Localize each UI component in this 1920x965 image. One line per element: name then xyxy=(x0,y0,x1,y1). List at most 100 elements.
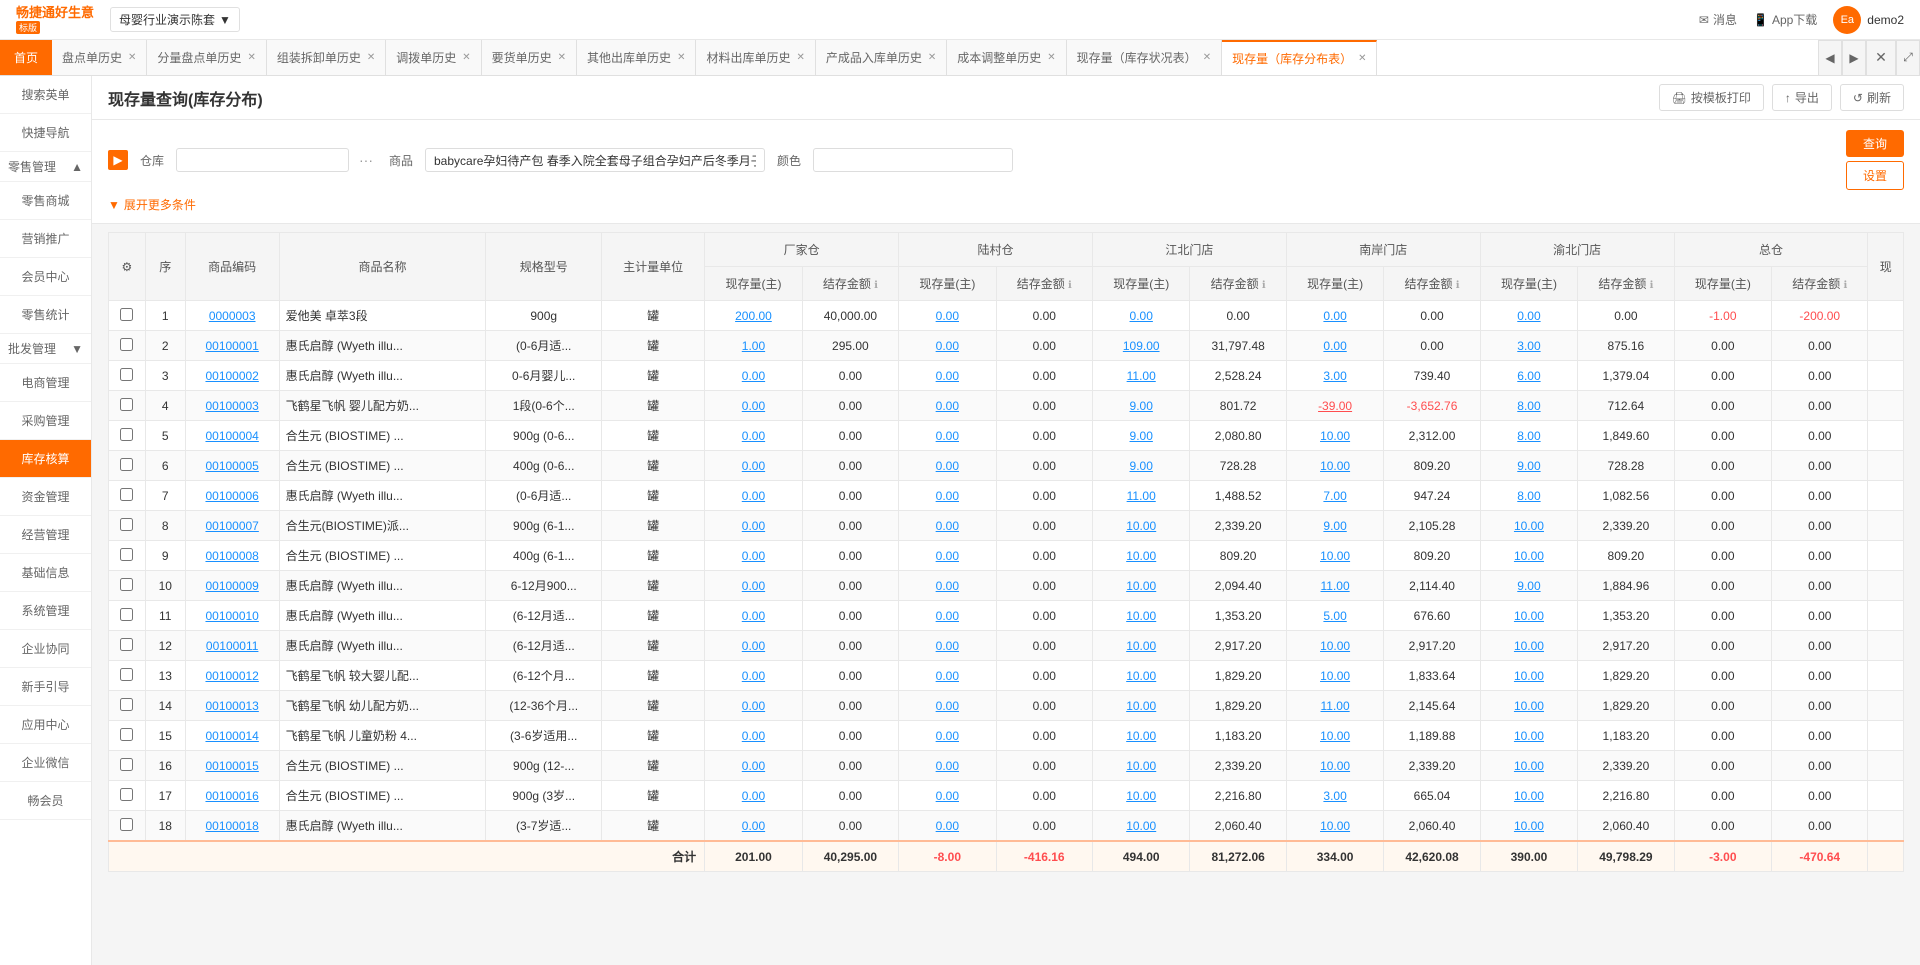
sidebar-item-nav[interactable]: 快捷导航 xyxy=(0,114,91,152)
color-input[interactable] xyxy=(813,148,1013,172)
tab-other-out[interactable]: 其他出库单历史 ✕ xyxy=(577,40,696,76)
sidebar-item-purchase[interactable]: 采购管理 xyxy=(0,402,91,440)
row-checkbox-cell[interactable] xyxy=(109,391,146,421)
row-checkbox-cell[interactable] xyxy=(109,811,146,842)
tab-demand[interactable]: 要货单历史 ✕ xyxy=(482,40,577,76)
col-gear[interactable]: ⚙ xyxy=(109,233,146,301)
table-row: 10 00100009 惠氏启醇 (Wyeth illu... 6-12月900… xyxy=(109,571,1904,601)
info-icon[interactable]: ℹ xyxy=(1262,280,1266,291)
tab-close-icon[interactable]: ✕ xyxy=(247,52,255,63)
sidebar-item-ecommerce[interactable]: 电商管理 xyxy=(0,364,91,402)
tab-expand-btn[interactable]: ⤢ xyxy=(1896,40,1920,76)
warehouse-ellipsis[interactable]: ··· xyxy=(355,152,377,168)
row-na-amount: 947.24 xyxy=(1384,481,1480,511)
sidebar-item-member[interactable]: 会员中心 xyxy=(0,258,91,296)
row-extra xyxy=(1868,691,1904,721)
row-f-stock: 0.00 xyxy=(705,481,803,511)
sidebar-item-corp-wechat[interactable]: 企业微信 xyxy=(0,744,91,782)
tab-close-icon[interactable]: ✕ xyxy=(796,52,804,63)
tab-subcount[interactable]: 分量盘点单历史 ✕ xyxy=(147,40,266,76)
tab-home[interactable]: 首页 xyxy=(0,40,52,76)
msg-btn[interactable]: ✉ 消息 xyxy=(1699,11,1737,28)
info-icon[interactable]: ℹ xyxy=(874,280,878,291)
print-button[interactable]: 🖨 按模板打印 xyxy=(1659,84,1764,111)
tab-cost-adjust[interactable]: 成本调整单历史 ✕ xyxy=(947,40,1066,76)
row-checkbox-cell[interactable] xyxy=(109,451,146,481)
row-checkbox-cell[interactable] xyxy=(109,481,146,511)
row-checkbox-cell[interactable] xyxy=(109,331,146,361)
industry-selector[interactable]: 母婴行业演示陈套 ▼ xyxy=(110,7,240,32)
sidebar-item-wholesale-mgmt[interactable]: 批发管理 ▼ xyxy=(0,334,91,364)
row-code: 00100016 xyxy=(185,781,279,811)
tab-next-btn[interactable]: ▶ xyxy=(1842,40,1866,76)
tab-close-icon[interactable]: ✕ xyxy=(928,52,936,63)
tab-close-icon[interactable]: ✕ xyxy=(462,52,470,63)
chevron-down-icon: ▼ xyxy=(108,198,120,212)
sidebar-item-system[interactable]: 系统管理 xyxy=(0,592,91,630)
refresh-button[interactable]: ↺ 刷新 xyxy=(1840,84,1904,111)
row-checkbox-cell[interactable] xyxy=(109,781,146,811)
row-checkbox-cell[interactable] xyxy=(109,661,146,691)
row-checkbox-cell[interactable] xyxy=(109,721,146,751)
info-icon[interactable]: ℹ xyxy=(1650,280,1654,291)
row-checkbox-cell[interactable] xyxy=(109,511,146,541)
tab-close-icon[interactable]: ✕ xyxy=(1047,52,1055,63)
sidebar-item-basic[interactable]: 基础信息 xyxy=(0,554,91,592)
expand-btn[interactable]: ▶ xyxy=(108,150,128,170)
tab-transfer[interactable]: 调拨单历史 ✕ xyxy=(386,40,481,76)
wh-jiangbei-header: 江北门店 xyxy=(1092,233,1286,267)
goods-input[interactable] xyxy=(425,148,765,172)
sidebar-item-retail-mall[interactable]: 零售商城 xyxy=(0,182,91,220)
row-checkbox-cell[interactable] xyxy=(109,301,146,331)
tab-close-icon[interactable]: ✕ xyxy=(1358,53,1366,64)
sidebar-item-retail-stats[interactable]: 零售统计 xyxy=(0,296,91,334)
query-button[interactable]: 查询 xyxy=(1846,130,1904,157)
tab-product-in[interactable]: 产成品入库单历史 ✕ xyxy=(816,40,947,76)
row-index: 16 xyxy=(145,751,185,781)
sidebar-item-finance[interactable]: 资金管理 xyxy=(0,478,91,516)
sidebar-item-app-center[interactable]: 应用中心 xyxy=(0,706,91,744)
row-t-stock: 0.00 xyxy=(1674,751,1772,781)
row-code: 00100014 xyxy=(185,721,279,751)
table-row: 5 00100004 合生元 (BIOSTIME) ... 900g (0-6.… xyxy=(109,421,1904,451)
tab-prev-btn[interactable]: ◀ xyxy=(1818,40,1842,76)
tab-material-out[interactable]: 材料出库单历史 ✕ xyxy=(696,40,815,76)
row-checkbox-cell[interactable] xyxy=(109,571,146,601)
sidebar-item-inventory[interactable]: 库存核算 xyxy=(0,440,91,478)
tab-group-disassembly[interactable]: 组装拆卸单历史 ✕ xyxy=(267,40,386,76)
tab-close-icon[interactable]: ✕ xyxy=(367,52,375,63)
tab-stock-status[interactable]: 现存量（库存状况表） ✕ xyxy=(1067,40,1222,76)
sidebar-item-retail-mgmt[interactable]: 零售管理 ▲ xyxy=(0,152,91,182)
tab-stock-dist[interactable]: 现存量（库存分布表） ✕ xyxy=(1222,40,1377,76)
tab-close-icon[interactable]: ✕ xyxy=(677,52,685,63)
tab-close-icon[interactable]: ✕ xyxy=(558,52,566,63)
sidebar-item-member2[interactable]: 畅会员 xyxy=(0,782,91,820)
row-checkbox-cell[interactable] xyxy=(109,601,146,631)
sidebar-item-search[interactable]: 搜索英单 xyxy=(0,76,91,114)
row-na-stock: 10.00 xyxy=(1286,661,1384,691)
export-button[interactable]: ↑ 导出 xyxy=(1772,84,1832,111)
settings-button[interactable]: 设置 xyxy=(1846,161,1904,190)
tab-close-icon[interactable]: ✕ xyxy=(1203,52,1211,63)
row-checkbox-cell[interactable] xyxy=(109,361,146,391)
row-checkbox-cell[interactable] xyxy=(109,691,146,721)
tab-close-icon[interactable]: ✕ xyxy=(128,52,136,63)
sidebar-item-enterprise[interactable]: 企业协同 xyxy=(0,630,91,668)
row-checkbox-cell[interactable] xyxy=(109,421,146,451)
row-jb-amount: 1,829.20 xyxy=(1190,661,1286,691)
info-icon[interactable]: ℹ xyxy=(1844,280,1848,291)
tab-inventory-single[interactable]: 盘点单历史 ✕ xyxy=(52,40,147,76)
row-checkbox-cell[interactable] xyxy=(109,751,146,781)
row-checkbox-cell[interactable] xyxy=(109,541,146,571)
sidebar-item-new-guide[interactable]: 新手引导 xyxy=(0,668,91,706)
user-area[interactable]: Ea demo2 xyxy=(1833,6,1904,34)
row-checkbox-cell[interactable] xyxy=(109,631,146,661)
sidebar-item-operations[interactable]: 经营管理 xyxy=(0,516,91,554)
warehouse-input[interactable] xyxy=(176,148,349,172)
info-icon[interactable]: ℹ xyxy=(1068,280,1072,291)
tab-close-all-btn[interactable]: ✕ xyxy=(1866,40,1896,76)
app-download-btn[interactable]: 📱 App下载 xyxy=(1753,11,1817,28)
expand-more-btn[interactable]: ▼ 展开更多条件 xyxy=(108,196,1904,213)
sidebar-item-marketing[interactable]: 营销推广 xyxy=(0,220,91,258)
info-icon[interactable]: ℹ xyxy=(1456,280,1460,291)
